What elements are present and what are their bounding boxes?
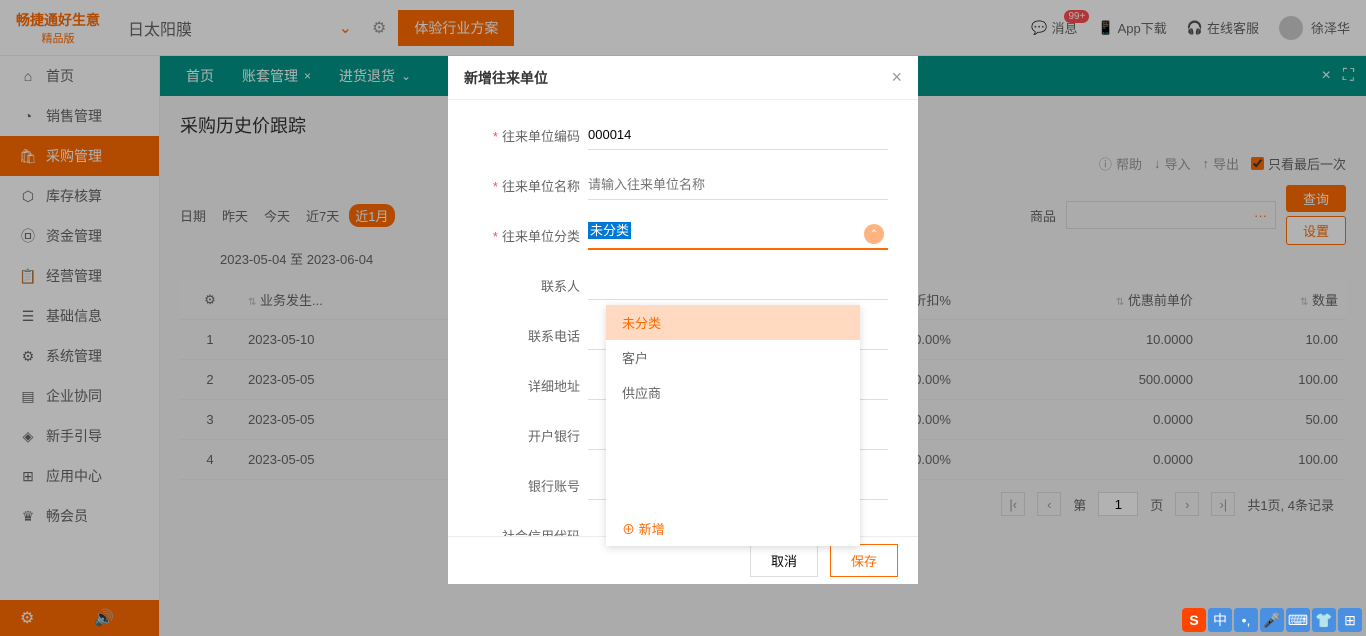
ime-lang-button[interactable]: 中 — [1208, 608, 1232, 632]
cancel-button[interactable]: 取消 — [750, 544, 818, 577]
ime-bar: S 中 •, 🎤 ⌨ 👕 ⊞ — [1182, 608, 1362, 632]
contact-input[interactable] — [588, 270, 888, 300]
category-dropdown: 未分类 客户 供应商 ⊕ 新增 — [606, 305, 860, 546]
ime-toolbox-icon[interactable]: ⊞ — [1338, 608, 1362, 632]
unit-name-input[interactable] — [588, 170, 888, 200]
ime-punct-button[interactable]: •, — [1234, 608, 1258, 632]
ime-voice-icon[interactable]: 🎤 — [1260, 608, 1284, 632]
unit-code-input[interactable] — [588, 120, 888, 150]
modal-header: 新增往来单位 × — [448, 56, 918, 100]
modal-title: 新增往来单位 — [464, 68, 548, 88]
chevron-up-icon[interactable]: ⌃ — [864, 224, 884, 244]
ime-logo-icon[interactable]: S — [1182, 608, 1206, 632]
unit-category-select[interactable]: 未分类 — [588, 220, 888, 250]
dropdown-add-new[interactable]: ⊕ 新增 — [606, 510, 860, 546]
save-button[interactable]: 保存 — [830, 544, 898, 577]
close-icon[interactable]: × — [891, 67, 902, 88]
ime-skin-icon[interactable]: 👕 — [1312, 608, 1336, 632]
dropdown-option-uncategorized[interactable]: 未分类 — [606, 305, 860, 340]
dropdown-option-customer[interactable]: 客户 — [606, 340, 860, 375]
dropdown-option-supplier[interactable]: 供应商 — [606, 375, 860, 410]
ime-keyboard-icon[interactable]: ⌨ — [1286, 608, 1310, 632]
